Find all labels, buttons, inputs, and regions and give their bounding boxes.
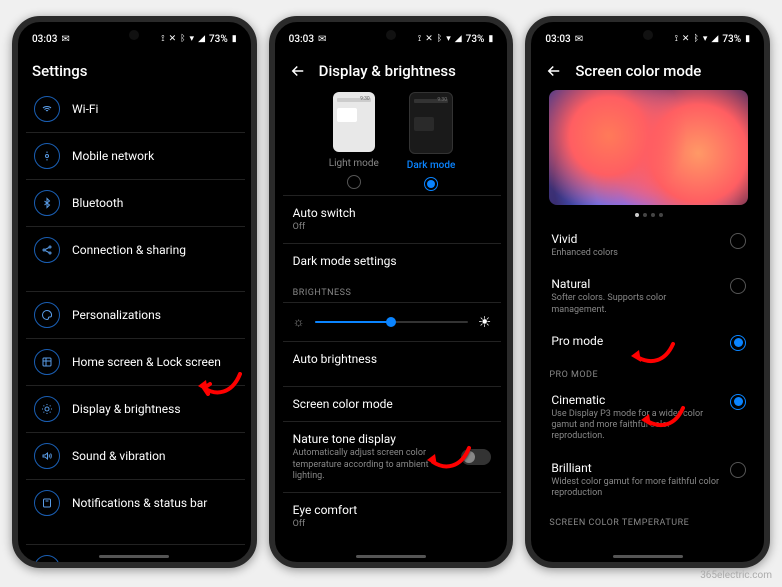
battery-icon: ▮ (232, 34, 237, 44)
nature-tone-row[interactable]: Nature tone display Automatically adjust… (283, 421, 502, 492)
signal-icon: ◢ (711, 34, 718, 44)
status-time: 03:03 (32, 34, 57, 45)
gmail-icon: ✉ (61, 34, 69, 45)
page-title: Display & brightness (319, 62, 456, 80)
radio-icon (730, 462, 746, 478)
signal-icon: ◢ (198, 34, 205, 44)
dark-mode-thumb: 9:30 (409, 92, 453, 154)
light-mode-thumb: 9:30 (333, 92, 375, 152)
settings-item-sound[interactable]: Sound & vibration (26, 432, 245, 479)
brightness-high-icon: ☀ (478, 313, 491, 331)
radio-icon (424, 177, 438, 191)
option-brilliant[interactable]: Brilliant Widest color gamut for more fa… (539, 452, 758, 509)
bluetooth-icon: ᛒ (437, 34, 442, 44)
radio-icon (730, 335, 746, 351)
screen-color-mode-row[interactable]: Screen color mode (283, 386, 502, 421)
phone-display-brightness: 03:03 ✉ ⟟ ✕ ᛒ ▾ ◢ 73% ▮ Display & bright… (269, 16, 514, 568)
brightness-slider[interactable] (315, 321, 468, 323)
settings-item-bluetooth[interactable]: Bluetooth (26, 179, 245, 226)
radio-icon (730, 233, 746, 249)
camera-notch (643, 30, 653, 40)
wifi-icon (34, 96, 60, 122)
signal-icon: ◢ (455, 34, 462, 44)
eye-comfort-row[interactable]: Eye comfort Off (283, 492, 502, 540)
settings-item-notifications[interactable]: Notifications & status bar (26, 479, 245, 526)
bluetooth-icon: ᛒ (180, 34, 185, 44)
status-time: 03:03 (289, 34, 314, 45)
paint-icon (34, 302, 60, 328)
lock-icon (34, 555, 60, 562)
nature-tone-toggle[interactable] (461, 449, 491, 465)
bluetooth-icon: ᛒ (693, 34, 698, 44)
dark-mode-settings-row[interactable]: Dark mode settings (283, 243, 502, 278)
section-color-temp: SCREEN COLOR TEMPERATURE (539, 508, 758, 532)
page-title: Screen color mode (575, 62, 701, 80)
settings-list[interactable]: Wi-Fi Mobile network Bluetooth Connectio… (18, 86, 251, 562)
nfc-icon: ⟟ (418, 34, 421, 44)
option-vivid[interactable]: Vivid Enhanced colors (539, 223, 758, 268)
gmail-icon: ✉ (575, 34, 583, 45)
phone-settings: 03:03 ✉ ⟟ ✕ ᛒ ▾ ◢ 73% ▮ Settings Wi-Fi (12, 16, 257, 568)
carousel-dots[interactable] (539, 211, 758, 223)
vibrate-icon: ✕ (425, 34, 433, 44)
settings-item-wifi[interactable]: Wi-Fi (26, 86, 245, 132)
option-natural[interactable]: Natural Softer colors. Supports color ma… (539, 268, 758, 325)
radio-icon (730, 394, 746, 410)
battery-text: 73% (466, 34, 485, 45)
settings-item-homescreen[interactable]: Home screen & Lock screen (26, 338, 245, 385)
home-indicator[interactable] (613, 555, 683, 558)
settings-item-connection[interactable]: Connection & sharing (26, 226, 245, 273)
section-brightness: BRIGHTNESS (283, 278, 502, 302)
dark-mode-option[interactable]: 9:30 Dark mode (407, 92, 456, 191)
home-indicator[interactable] (99, 555, 169, 558)
sound-icon (34, 443, 60, 469)
option-cinematic[interactable]: Cinematic Use Display P3 mode for a wide… (539, 384, 758, 452)
theme-mode-selector: 9:30 Light mode 9:30 Dark mode (283, 86, 502, 195)
auto-brightness-row[interactable]: Auto brightness (283, 341, 502, 376)
battery-text: 73% (209, 34, 228, 45)
section-pro-mode: PRO MODE (539, 360, 758, 384)
light-mode-option[interactable]: 9:30 Light mode (329, 92, 379, 191)
gmail-icon: ✉ (318, 34, 326, 45)
wifi-icon: ▾ (703, 34, 708, 44)
settings-item-display[interactable]: Display & brightness (26, 385, 245, 432)
vibrate-icon: ✕ (169, 34, 177, 44)
radio-icon (730, 278, 746, 294)
option-pro-mode[interactable]: Pro mode (539, 325, 758, 360)
back-button[interactable] (545, 62, 563, 80)
camera-notch (386, 30, 396, 40)
color-preview-image[interactable] (549, 90, 748, 205)
settings-item-password[interactable]: Password & security (26, 544, 245, 562)
bell-icon (34, 490, 60, 516)
battery-icon: ▮ (745, 34, 750, 44)
settings-item-mobile[interactable]: Mobile network (26, 132, 245, 179)
sim-icon (34, 143, 60, 169)
share-icon (34, 237, 60, 263)
phone-screen-color-mode: 03:03 ✉ ⟟ ✕ ᛒ ▾ ◢ 73% ▮ Screen color mod… (525, 16, 770, 568)
status-time: 03:03 (545, 34, 570, 45)
watermark: 365electric.com (700, 570, 772, 581)
vibrate-icon: ✕ (682, 34, 690, 44)
brightness-low-icon: ☼ (293, 314, 305, 330)
nfc-icon: ⟟ (675, 34, 678, 44)
back-button[interactable] (289, 62, 307, 80)
home-indicator[interactable] (356, 555, 426, 558)
auto-switch-row[interactable]: Auto switch Off (283, 195, 502, 243)
wifi-icon: ▾ (190, 34, 195, 44)
nfc-icon: ⟟ (161, 34, 164, 44)
settings-item-personalizations[interactable]: Personalizations (26, 291, 245, 338)
battery-icon: ▮ (488, 34, 493, 44)
brightness-slider-row: ☼ ☀ (283, 302, 502, 341)
grid-icon (34, 349, 60, 375)
wifi-icon: ▾ (446, 34, 451, 44)
battery-text: 73% (722, 34, 741, 45)
bluetooth-icon (34, 190, 60, 216)
page-title: Settings (18, 52, 251, 86)
radio-icon (347, 175, 361, 189)
brightness-icon (34, 396, 60, 422)
camera-notch (129, 30, 139, 40)
